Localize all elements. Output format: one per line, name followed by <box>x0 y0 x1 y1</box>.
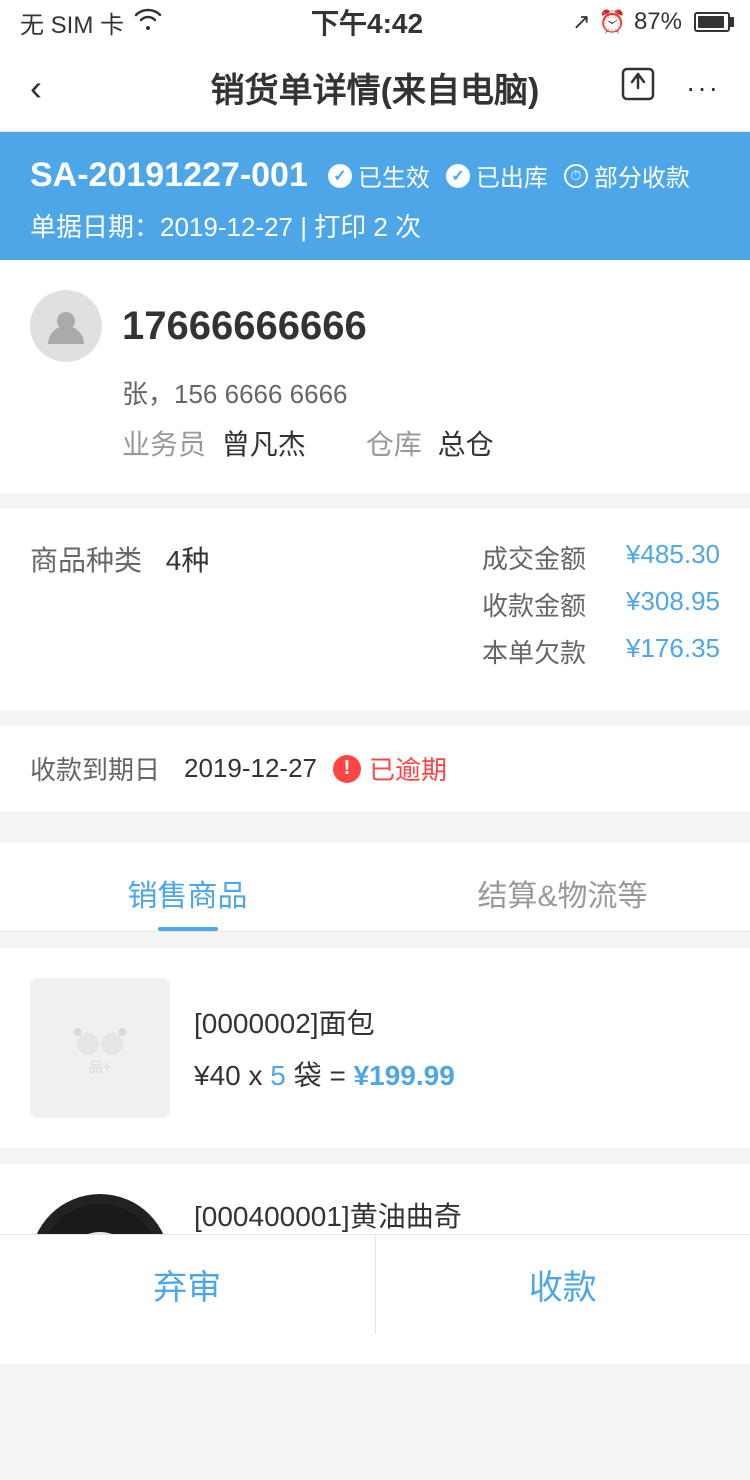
svg-text:品+: 品+ <box>89 1059 112 1076</box>
product-list: 品+ [0000002]面包 ¥40 x 5 袋 = ¥199.99 <box>0 948 750 1480</box>
trade-value: ¥485.30 <box>626 539 720 576</box>
collect-label: 收款 <box>529 1260 597 1309</box>
status-badges: ✓ 已生效 ✓ 已出库 ⏱ 部分收款 <box>328 158 690 193</box>
page-title: 销货单详情(来自电脑) <box>211 63 540 112</box>
product-info-1: [0000002]面包 ¥40 x 5 袋 = ¥199.99 <box>194 1002 720 1094</box>
battery-icon <box>694 12 730 32</box>
owe-amount-row: 本单欠款 ¥176.35 <box>482 633 720 670</box>
tab-sales-products[interactable]: 销售商品 <box>0 843 375 931</box>
tabs-row: 销售商品 结算&物流等 <box>0 843 750 931</box>
status-bar: 无 SIM 卡 下午4:42 ↗ ⏰ 87% <box>0 0 750 44</box>
avatar <box>30 290 102 362</box>
tab-settlement-label: 结算&物流等 <box>477 880 647 913</box>
alarm-icon: ⏰ <box>599 9 626 35</box>
nav-actions: ··· <box>620 66 720 110</box>
customer-meta: 业务员 曾凡杰 仓库 总仓 <box>30 423 720 463</box>
overdue-badge: ! 已逾期 <box>333 750 447 787</box>
table-row: 品+ [0000002]面包 ¥40 x 5 袋 = ¥199.99 <box>0 948 750 1148</box>
product-code-1: [0000002]面包 <box>194 1002 720 1042</box>
location-icon: ↗ <box>572 9 590 35</box>
separator <box>0 827 750 843</box>
customer-top: 17666666666 <box>30 290 720 362</box>
abandon-button[interactable]: 弃审 <box>0 1235 376 1334</box>
stats-right: 成交金额 ¥485.30 收款金额 ¥308.95 本单欠款 ¥176.35 <box>482 539 720 680</box>
stats-section: 商品种类 4种 成交金额 ¥485.30 收款金额 ¥308.95 本单欠款 ¥… <box>0 509 750 710</box>
received-value: ¥308.95 <box>626 586 720 623</box>
due-section: 收款到期日 2019-12-27 ! 已逾期 <box>0 726 750 811</box>
product-price-1: ¥40 x 5 袋 = ¥199.99 <box>194 1054 720 1094</box>
abandon-label: 弃审 <box>153 1260 221 1309</box>
tab-settlement[interactable]: 结算&物流等 <box>375 843 750 931</box>
battery-text: 87% <box>634 8 682 36</box>
collect-button[interactable]: 收款 <box>376 1235 750 1334</box>
price-eq-1: = <box>329 1060 353 1091</box>
check-icon-1: ✓ <box>328 164 352 188</box>
nav-bar: ‹ 销货单详情(来自电脑) ··· <box>0 44 750 132</box>
tabs-section: 销售商品 结算&物流等 <box>0 843 750 932</box>
sales-label: 业务员 <box>122 429 206 460</box>
status-badge-active: ✓ 已生效 <box>328 158 430 193</box>
warehouse-info: 仓库 总仓 <box>366 423 494 463</box>
wifi-icon <box>134 8 162 37</box>
bottom-bar: 弃审 收款 <box>0 1234 750 1334</box>
tab-sales-label: 销售商品 <box>128 880 248 913</box>
category-label: 商品种类 <box>30 545 142 576</box>
received-amount-row: 收款金额 ¥308.95 <box>482 586 720 623</box>
stats-left: 商品种类 4种 <box>30 539 209 579</box>
price-quantity-1: 5 <box>270 1060 286 1091</box>
owe-label: 本单欠款 <box>482 633 586 670</box>
owe-value: ¥176.35 <box>626 633 720 670</box>
price-total-1: ¥199.99 <box>354 1060 455 1091</box>
status-time: 下午4:42 <box>311 2 423 42</box>
more-icon[interactable]: ··· <box>686 72 720 104</box>
received-label: 收款金额 <box>482 586 586 623</box>
stats-row: 商品种类 4种 成交金额 ¥485.30 收款金额 ¥308.95 本单欠款 ¥… <box>30 539 720 680</box>
price-base-1: ¥40 <box>194 1060 241 1091</box>
share-icon[interactable] <box>620 66 656 110</box>
overdue-icon: ! <box>333 755 361 783</box>
product-image-1: 品+ <box>30 978 170 1118</box>
due-date-value: 2019-12-27 <box>184 753 317 784</box>
status-right: ↗ ⏰ 87% <box>572 8 730 36</box>
check-icon-2: ✓ <box>446 164 470 188</box>
customer-contact: 张，156 6666 6666 <box>30 374 720 411</box>
trade-label: 成交金额 <box>482 539 586 576</box>
category-count: 4种 <box>166 545 210 576</box>
customer-section: 17666666666 张，156 6666 6666 业务员 曾凡杰 仓库 总… <box>0 260 750 493</box>
status-badge-partial: ⏱ 部分收款 <box>564 158 690 193</box>
price-x-1: x <box>249 1060 271 1091</box>
due-label: 收款到期日 <box>30 750 160 787</box>
clock-icon: ⏱ <box>564 164 588 188</box>
header-banner: SA-20191227-001 ✓ 已生效 ✓ 已出库 ⏱ 部分收款 单据日期：… <box>0 132 750 260</box>
header-top: SA-20191227-001 ✓ 已生效 ✓ 已出库 ⏱ 部分收款 <box>30 156 720 195</box>
warehouse-value: 总仓 <box>438 429 494 460</box>
price-unit-1: 袋 <box>294 1060 322 1091</box>
product-code-2: [000400001]黄油曲奇 <box>194 1195 720 1235</box>
header-date: 单据日期：2019-12-27 | 打印 2 次 <box>30 207 720 244</box>
warehouse-label: 仓库 <box>366 429 422 460</box>
sales-person: 曾凡杰 <box>222 429 306 460</box>
status-left: 无 SIM 卡 <box>20 5 162 40</box>
overdue-text: 已逾期 <box>369 750 447 787</box>
status-badge-shipped: ✓ 已出库 <box>446 158 548 193</box>
customer-name: 17666666666 <box>122 304 367 349</box>
trade-amount-row: 成交金额 ¥485.30 <box>482 539 720 576</box>
sales-info: 业务员 曾凡杰 <box>122 423 306 463</box>
order-id: SA-20191227-001 <box>30 156 308 195</box>
carrier-text: 无 SIM 卡 <box>20 5 124 40</box>
back-button[interactable]: ‹ <box>30 67 90 109</box>
